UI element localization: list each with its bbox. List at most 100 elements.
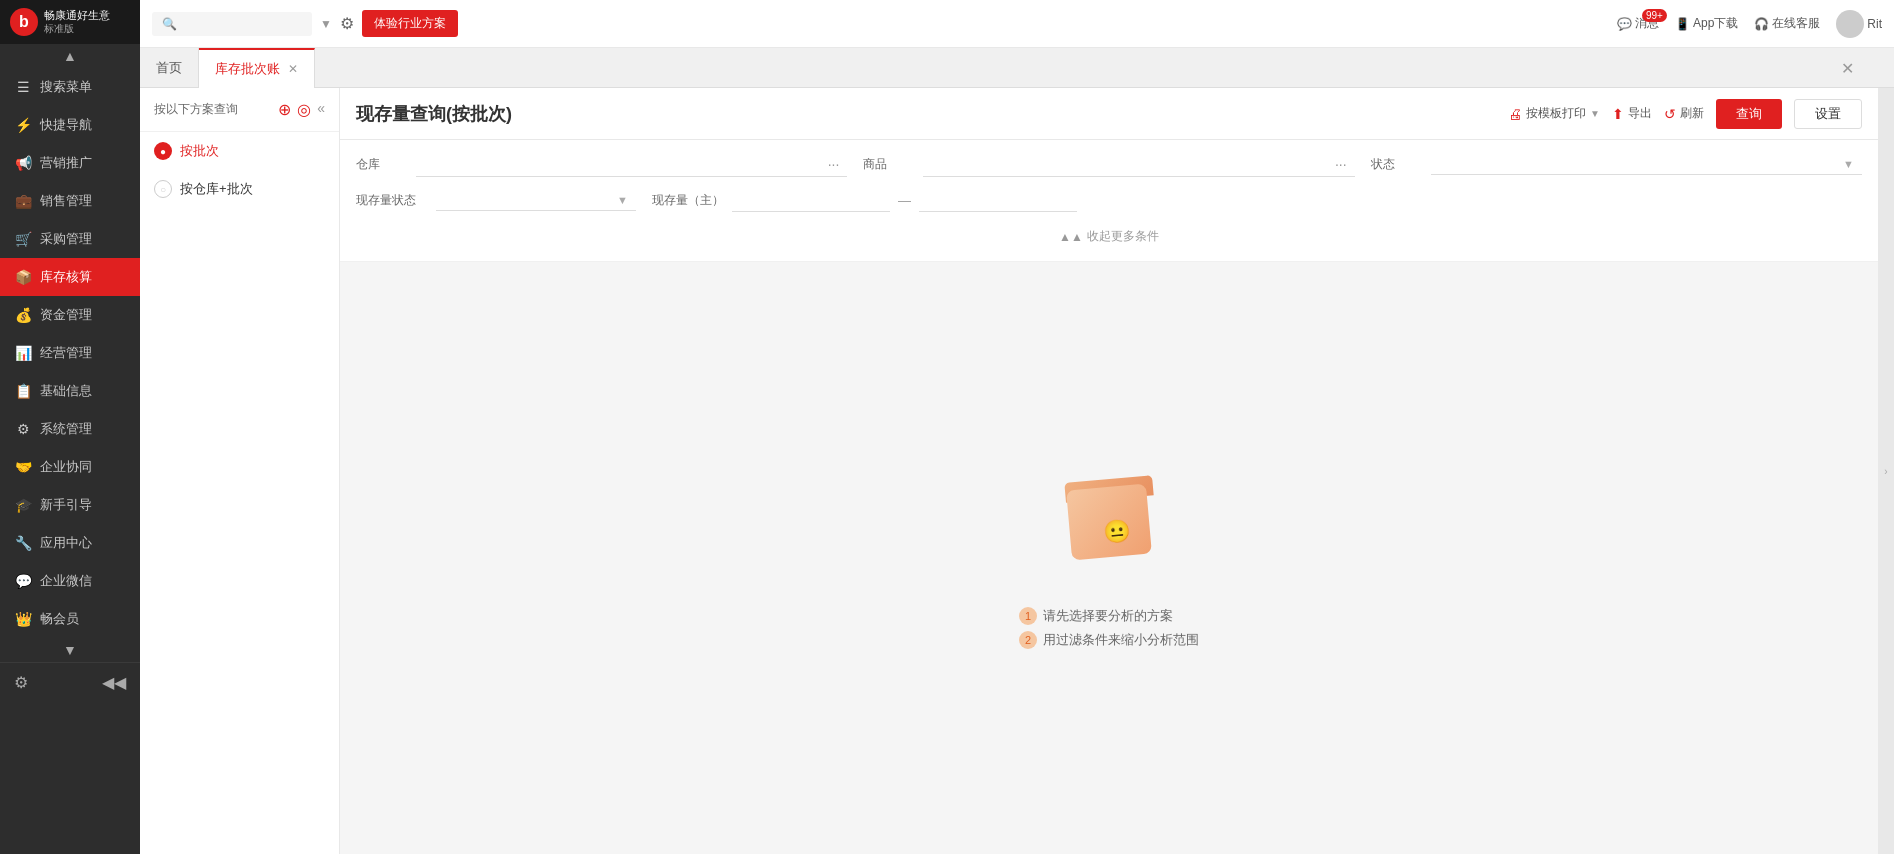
message-icon: 💬 bbox=[1617, 17, 1632, 31]
right-toggle[interactable]: › bbox=[1878, 88, 1894, 854]
topbar-search-box[interactable]: 🔍 bbox=[152, 12, 312, 36]
filter-item-dot-red: ● bbox=[154, 142, 172, 160]
sidebar-item-label: 企业微信 bbox=[40, 572, 92, 590]
filter-add-icon[interactable]: ⊕ bbox=[278, 100, 291, 119]
filter-panel-title: 按以下方案查询 bbox=[154, 101, 238, 118]
inventory-qty-min-input[interactable] bbox=[732, 189, 890, 212]
marketing-icon: 📢 bbox=[14, 154, 32, 172]
collapse-button[interactable]: ▲▲ 收起更多条件 bbox=[1059, 224, 1159, 249]
purchase-icon: 🛒 bbox=[14, 230, 32, 248]
range-dash: — bbox=[898, 193, 911, 208]
sidebar-item-sales[interactable]: 💼 销售管理 bbox=[0, 182, 140, 220]
settings-topbar-icon[interactable]: ⚙ bbox=[340, 14, 354, 33]
settings-button[interactable]: 设置 bbox=[1794, 99, 1862, 129]
search-icon: ☰ bbox=[14, 78, 32, 96]
app-title: 畅康通好生意 bbox=[44, 8, 110, 22]
collapse-label: 收起更多条件 bbox=[1087, 228, 1159, 245]
main-content: 现存量查询(按批次) 🖨 按模板打印 ▼ ⬆ 导出 ↺ 刷新 bbox=[340, 88, 1878, 854]
newbie-icon: 🎓 bbox=[14, 496, 32, 514]
sidebar-item-quicknav[interactable]: ⚡ 快捷导航 bbox=[0, 106, 140, 144]
inventory-status-label: 现存量状态 bbox=[356, 192, 436, 209]
sidebar-item-purchase[interactable]: 🛒 采购管理 bbox=[0, 220, 140, 258]
export-icon: ⬆ bbox=[1612, 106, 1624, 122]
query-button[interactable]: 查询 bbox=[1716, 99, 1782, 129]
phone-icon: 📱 bbox=[1675, 17, 1690, 31]
status-select[interactable]: ▼ bbox=[1431, 154, 1862, 175]
inventory-status-field: 现存量状态 ▼ bbox=[356, 190, 636, 211]
collapse-sidebar-icon[interactable]: ◀◀ bbox=[102, 673, 126, 692]
tabbar-close-button[interactable]: ✕ bbox=[1841, 58, 1854, 77]
status-field: 状态 ▼ bbox=[1371, 154, 1862, 175]
sidebar-item-label: 库存核算 bbox=[40, 268, 92, 286]
filter-collapse-icon[interactable]: « bbox=[317, 100, 325, 119]
sidebar-item-collab[interactable]: 🤝 企业协同 bbox=[0, 448, 140, 486]
tab-batch-label: 库存批次账 bbox=[215, 60, 280, 78]
tab-batch-account[interactable]: 库存批次账 ✕ bbox=[199, 48, 315, 88]
sidebar-item-search[interactable]: ☰ 搜索菜单 bbox=[0, 68, 140, 106]
hint-num-2: 2 bbox=[1019, 631, 1037, 649]
filter-item-batch[interactable]: ● 按批次 bbox=[140, 132, 339, 170]
empty-illustration: 😐 bbox=[1049, 467, 1169, 587]
inventory-qty-max-input[interactable] bbox=[919, 189, 1077, 212]
sidebar-scroll-up[interactable]: ▲ bbox=[0, 44, 140, 68]
sidebar-item-label: 快捷导航 bbox=[40, 116, 92, 134]
product-dots[interactable]: ··· bbox=[1335, 156, 1347, 172]
filter-panel-icons: ⊕ ◎ « bbox=[278, 100, 325, 119]
sidebar-header: b 畅康通好生意 标准版 bbox=[0, 0, 140, 44]
sidebar-item-apps[interactable]: 🔧 应用中心 bbox=[0, 524, 140, 562]
settings-footer-icon[interactable]: ⚙ bbox=[14, 673, 28, 692]
export-action[interactable]: ⬆ 导出 bbox=[1612, 105, 1652, 122]
user-avatar-item[interactable]: Rit bbox=[1836, 10, 1882, 38]
quicknav-icon: ⚡ bbox=[14, 116, 32, 134]
inventory-status-dropdown-icon: ▼ bbox=[617, 194, 628, 206]
sidebar-item-system[interactable]: ⚙ 系统管理 bbox=[0, 410, 140, 448]
experience-button[interactable]: 体验行业方案 bbox=[362, 10, 458, 37]
print-label: 按模板打印 bbox=[1526, 105, 1586, 122]
sidebar-item-newbie[interactable]: 🎓 新手引导 bbox=[0, 486, 140, 524]
tab-home[interactable]: 首页 bbox=[140, 48, 199, 88]
warehouse-input[interactable]: ··· bbox=[416, 152, 847, 177]
tab-close-icon[interactable]: ✕ bbox=[288, 62, 298, 76]
filter-item-warehouse-batch[interactable]: ○ 按仓库+批次 bbox=[140, 170, 339, 208]
hint-text-2: 用过滤条件来缩小分析范围 bbox=[1043, 631, 1199, 649]
sidebar-item-wechat[interactable]: 💬 企业微信 bbox=[0, 562, 140, 600]
app-download-item[interactable]: 📱 App下载 bbox=[1675, 15, 1738, 32]
product-input[interactable]: ··· bbox=[923, 152, 1354, 177]
message-item[interactable]: 💬 消息 99+ bbox=[1617, 15, 1659, 32]
filter-panel: 按以下方案查询 ⊕ ◎ « ● 按批次 ○ 按仓库+批次 bbox=[140, 88, 340, 854]
sidebar-item-label: 销售管理 bbox=[40, 192, 92, 210]
box-face: 😐 bbox=[1102, 517, 1131, 545]
sidebar-item-finance[interactable]: 💰 资金管理 bbox=[0, 296, 140, 334]
print-action[interactable]: 🖨 按模板打印 ▼ bbox=[1508, 105, 1600, 122]
sidebar-item-basic-info[interactable]: 📋 基础信息 bbox=[0, 372, 140, 410]
hint-text-1: 请先选择要分析的方案 bbox=[1043, 607, 1173, 625]
apps-icon: 🔧 bbox=[14, 534, 32, 552]
chevron-down-icon: ▼ bbox=[320, 17, 332, 31]
sidebar-item-operations[interactable]: 📊 经营管理 bbox=[0, 334, 140, 372]
page-header: 现存量查询(按批次) 🖨 按模板打印 ▼ ⬆ 导出 ↺ 刷新 bbox=[340, 88, 1878, 140]
empty-hints: 1 请先选择要分析的方案 2 用过滤条件来缩小分析范围 bbox=[1019, 607, 1199, 649]
sidebar-item-label: 畅会员 bbox=[40, 610, 79, 628]
app-logo: b bbox=[10, 8, 38, 36]
filter-settings-icon[interactable]: ◎ bbox=[297, 100, 311, 119]
sidebar-item-label: 基础信息 bbox=[40, 382, 92, 400]
sidebar-scroll-down[interactable]: ▼ bbox=[0, 638, 140, 662]
warehouse-label: 仓库 bbox=[356, 156, 416, 173]
export-label: 导出 bbox=[1628, 105, 1652, 122]
member-icon: 👑 bbox=[14, 610, 32, 628]
refresh-action[interactable]: ↺ 刷新 bbox=[1664, 105, 1704, 122]
collab-icon: 🤝 bbox=[14, 458, 32, 476]
inventory-status-select[interactable]: ▼ bbox=[436, 190, 636, 211]
empty-state: 😐 1 请先选择要分析的方案 2 用过滤条件来缩小分析范围 bbox=[340, 262, 1878, 854]
content-area: 按以下方案查询 ⊕ ◎ « ● 按批次 ○ 按仓库+批次 bbox=[140, 88, 1894, 854]
filter-row-1: 仓库 ··· 商品 ··· 状态 bbox=[356, 152, 1862, 177]
warehouse-dots[interactable]: ··· bbox=[828, 156, 840, 172]
collapse-up-icon: ▲▲ bbox=[1059, 230, 1083, 244]
online-service-item[interactable]: 🎧 在线客服 bbox=[1754, 15, 1820, 32]
sidebar-item-marketing[interactable]: 📢 营销推广 bbox=[0, 144, 140, 182]
box-body: 😐 bbox=[1066, 484, 1152, 561]
sidebar-item-member[interactable]: 👑 畅会员 bbox=[0, 600, 140, 638]
sidebar-item-label: 企业协同 bbox=[40, 458, 92, 476]
sidebar-item-inventory[interactable]: 📦 库存核算 bbox=[0, 258, 140, 296]
filter-item-dot-gray: ○ bbox=[154, 180, 172, 198]
